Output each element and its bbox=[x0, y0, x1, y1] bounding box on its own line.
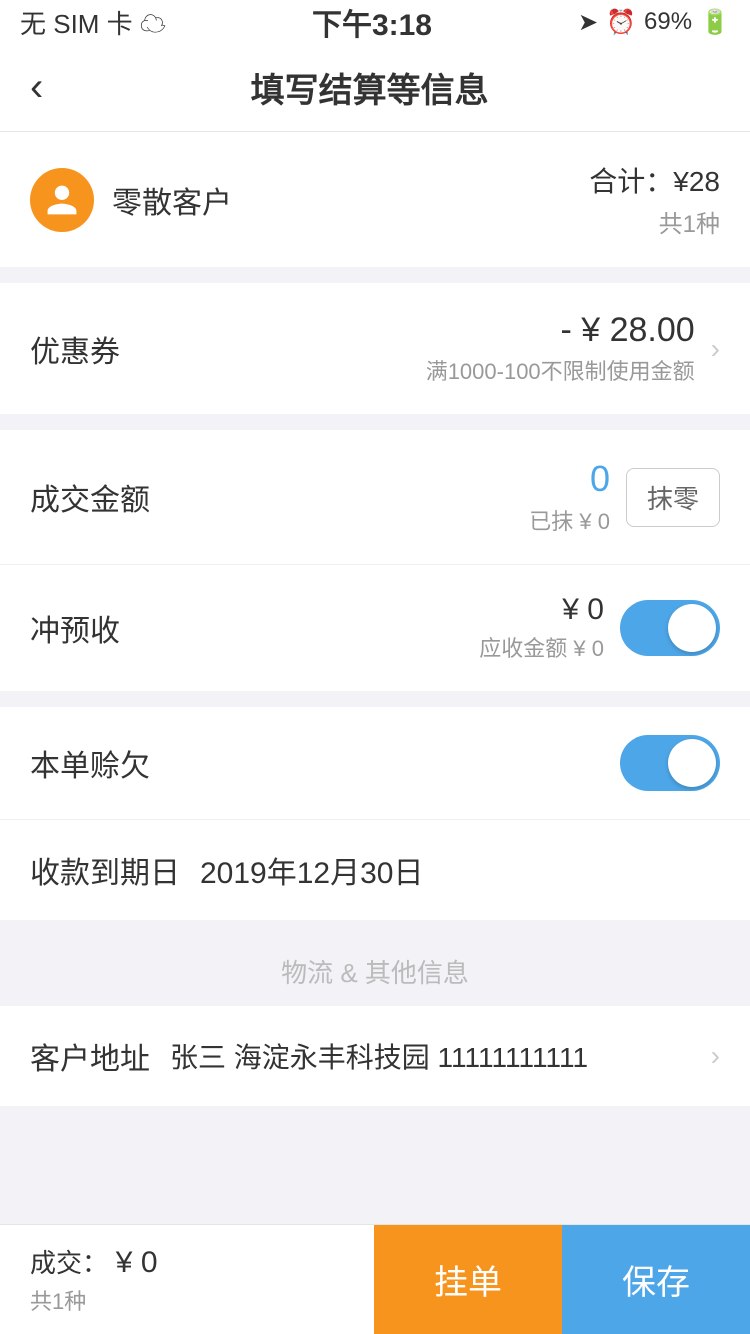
amount-section: 成交金额 0 已抹 ¥ 0 抹零 冲预收 ¥ 0 应收金额 ¥ 0 bbox=[0, 430, 750, 691]
bottom-bar: 成交： ¥ 0 共1种 挂单 保存 bbox=[0, 1224, 750, 1334]
customer-info: 零散客户 bbox=[30, 168, 232, 232]
chevron-right-icon: › bbox=[711, 333, 720, 365]
round-zero-button[interactable]: 抹零 bbox=[626, 468, 720, 527]
location-icon: ➤ bbox=[578, 8, 598, 37]
transaction-amount-value: 0 bbox=[529, 458, 610, 500]
debt-label: 本单赊欠 bbox=[30, 741, 150, 785]
debt-toggle-knob bbox=[668, 739, 716, 787]
bottom-summary: 成交： ¥ 0 共1种 bbox=[0, 1243, 374, 1316]
bottom-total-label: 成交： bbox=[30, 1248, 108, 1278]
transaction-amount-detail: 0 已抹 ¥ 0 bbox=[529, 458, 610, 536]
coupon-discount: - ¥ 28.00 bbox=[426, 311, 695, 350]
status-bar: 无 SIM 卡 ☁ 下午3:18 ➤ ⏰ 69% 🔋 bbox=[0, 0, 750, 44]
pre-receive-label: 冲预收 bbox=[30, 606, 120, 650]
status-left: 无 SIM 卡 ☁ bbox=[20, 4, 166, 41]
pre-receive-value: ¥ 0 bbox=[479, 593, 604, 627]
address-label: 客户地址 bbox=[30, 1034, 150, 1078]
pre-receive-values: ¥ 0 应收金额 ¥ 0 bbox=[479, 593, 604, 663]
debt-row: 本单赊欠 bbox=[0, 707, 750, 819]
alarm-icon: ⏰ bbox=[606, 8, 636, 37]
address-chevron-icon: › bbox=[711, 1040, 720, 1072]
toggle-knob bbox=[668, 604, 716, 652]
address-value: 张三 海淀永丰科技园 11111111111 bbox=[170, 1036, 711, 1076]
due-date-row: 收款到期日 2019年12月30日 bbox=[0, 819, 750, 920]
person-icon bbox=[44, 182, 80, 218]
transaction-amount-label: 成交金额 bbox=[30, 475, 150, 519]
bottom-total-value: ¥ 0 bbox=[116, 1246, 158, 1279]
save-button[interactable]: 保存 bbox=[562, 1225, 750, 1334]
debt-toggle[interactable] bbox=[620, 735, 720, 791]
content: 零散客户 合计：¥28 共1种 优惠券 - ¥ 28.00 满1000-100不… bbox=[0, 132, 750, 1242]
customer-total: 合计：¥28 bbox=[589, 160, 720, 200]
coupon-row[interactable]: 优惠券 - ¥ 28.00 满1000-100不限制使用金额 › bbox=[0, 283, 750, 414]
bottom-total-line: 成交： ¥ 0 bbox=[30, 1243, 344, 1280]
bottom-count: 共1种 bbox=[30, 1284, 344, 1316]
transaction-amount-row: 成交金额 0 已抹 ¥ 0 抹零 bbox=[0, 430, 750, 565]
coupon-label: 优惠券 bbox=[30, 327, 120, 371]
customer-name: 零散客户 bbox=[112, 178, 232, 222]
coupon-section[interactable]: 优惠券 - ¥ 28.00 满1000-100不限制使用金额 › bbox=[0, 283, 750, 414]
back-button[interactable]: ‹ bbox=[30, 65, 43, 110]
due-date-label: 收款到期日 bbox=[30, 848, 180, 892]
customer-count: 共1种 bbox=[589, 204, 720, 239]
page-title: 填写结算等信息 bbox=[63, 63, 676, 112]
battery-icon: 🔋 bbox=[700, 8, 730, 37]
pre-receive-row: 冲预收 ¥ 0 应收金额 ¥ 0 bbox=[0, 565, 750, 691]
customer-section: 零散客户 合计：¥28 共1种 bbox=[0, 132, 750, 267]
pre-receive-toggle[interactable] bbox=[620, 600, 720, 656]
nav-bar: ‹ 填写结算等信息 bbox=[0, 44, 750, 132]
avatar bbox=[30, 168, 94, 232]
debt-section: 本单赊欠 收款到期日 2019年12月30日 bbox=[0, 707, 750, 920]
address-section[interactable]: 客户地址 张三 海淀永丰科技园 11111111111 › bbox=[0, 1006, 750, 1106]
transaction-amount-right: 0 已抹 ¥ 0 抹零 bbox=[529, 458, 720, 536]
coupon-desc: 满1000-100不限制使用金额 bbox=[426, 354, 695, 386]
hang-order-button[interactable]: 挂单 bbox=[374, 1225, 562, 1334]
sim-status: 无 SIM 卡 ☁ bbox=[20, 4, 166, 41]
customer-total-area: 合计：¥28 共1种 bbox=[589, 160, 720, 239]
coupon-detail: - ¥ 28.00 满1000-100不限制使用金额 bbox=[426, 311, 695, 386]
customer-row: 零散客户 合计：¥28 共1种 bbox=[0, 132, 750, 267]
logistics-label: 物流 & 其他信息 bbox=[281, 953, 469, 990]
transaction-amount-sub: 已抹 ¥ 0 bbox=[529, 504, 610, 536]
address-row[interactable]: 客户地址 张三 海淀永丰科技园 11111111111 › bbox=[0, 1006, 750, 1106]
status-right: ➤ ⏰ 69% 🔋 bbox=[578, 8, 730, 37]
logistics-divider: 物流 & 其他信息 bbox=[0, 936, 750, 1006]
pre-receive-sub: 应收金额 ¥ 0 bbox=[479, 631, 604, 663]
due-date-value: 2019年12月30日 bbox=[200, 848, 423, 892]
coupon-right: - ¥ 28.00 满1000-100不限制使用金额 › bbox=[426, 311, 720, 386]
pre-receive-right: ¥ 0 应收金额 ¥ 0 bbox=[479, 593, 720, 663]
battery-level: 69% bbox=[644, 8, 692, 36]
status-time: 下午3:18 bbox=[312, 0, 432, 44]
